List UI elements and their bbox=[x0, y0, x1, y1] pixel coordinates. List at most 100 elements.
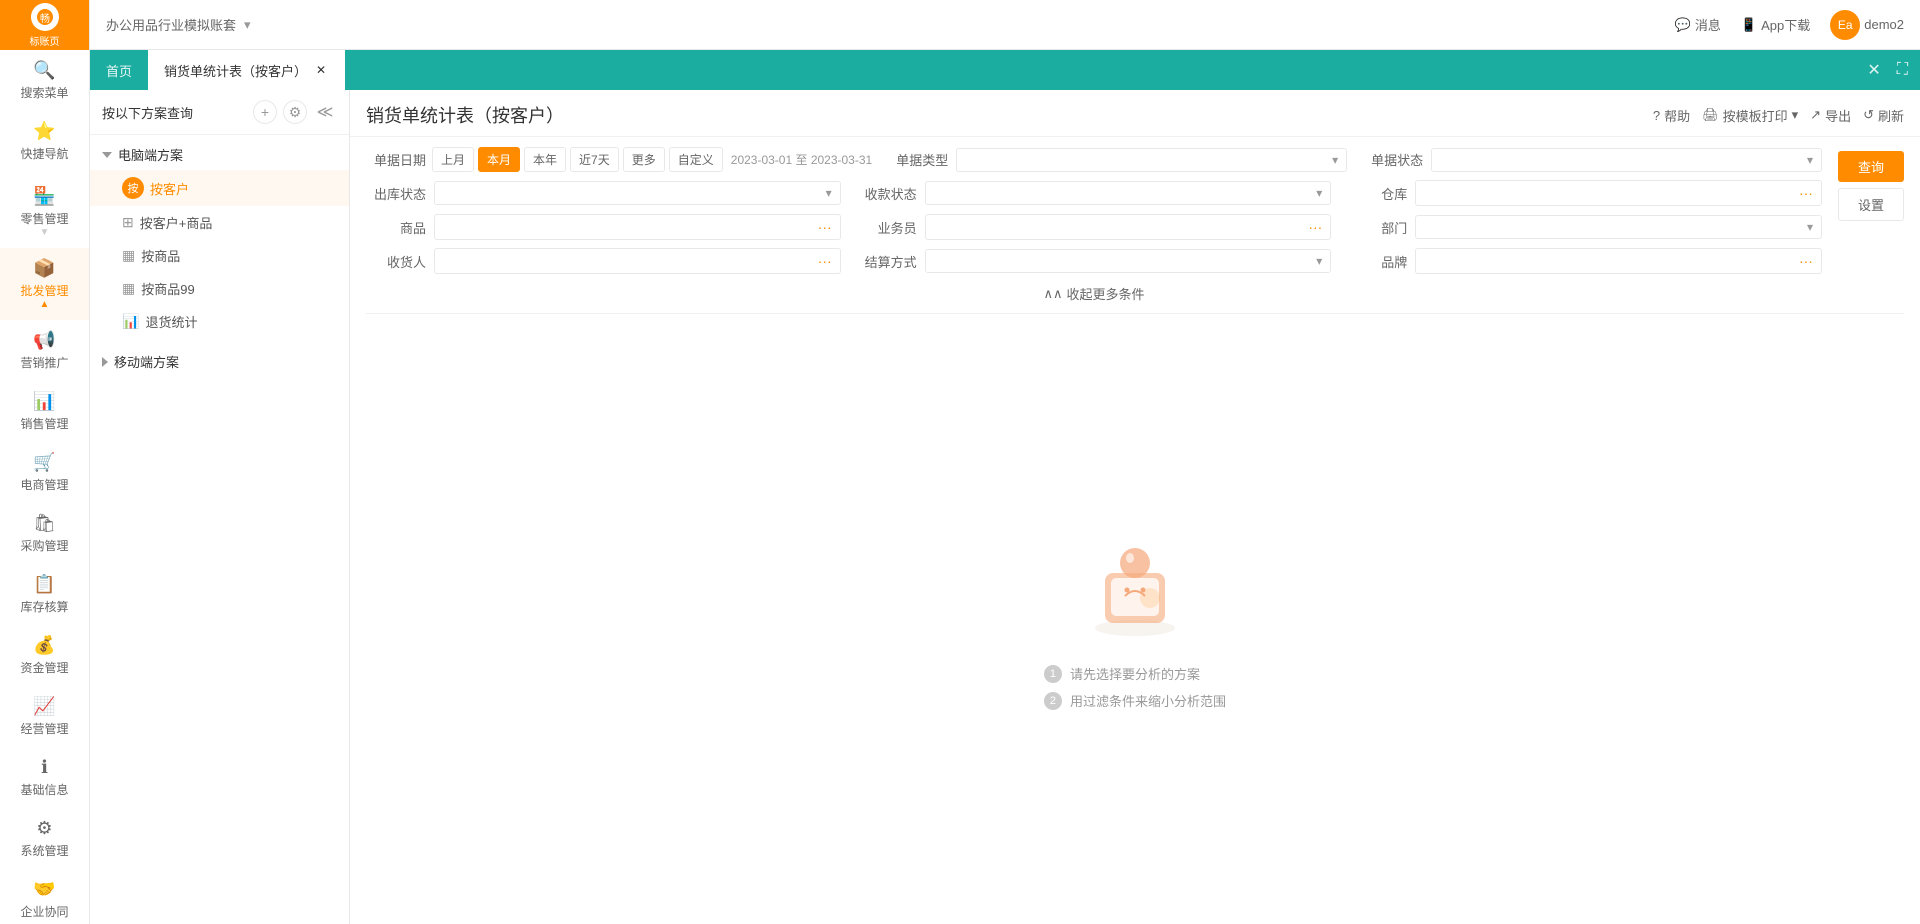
receiver-select[interactable]: ··· bbox=[434, 248, 841, 274]
settlement-select[interactable]: ▾ bbox=[925, 249, 1332, 273]
tab-close-window-icon[interactable]: ✕ bbox=[1863, 56, 1884, 84]
out-status-select[interactable]: ▾ bbox=[434, 181, 841, 205]
type-dropdown-icon: ▾ bbox=[1332, 153, 1338, 167]
collapse-more-button[interactable]: ∧∧ 收起更多条件 bbox=[366, 278, 1822, 309]
purchase-icon: 🛍 bbox=[33, 513, 56, 534]
warehouse-label: 仓库 bbox=[1347, 184, 1407, 203]
collapse-panel-button[interactable]: ≪ bbox=[313, 100, 337, 124]
salesperson-dots-icon[interactable]: ··· bbox=[1308, 219, 1322, 235]
brand-select[interactable]: ··· bbox=[1415, 248, 1822, 274]
status-label: 单据状态 bbox=[1363, 150, 1423, 169]
goods-select[interactable]: ··· bbox=[434, 214, 841, 240]
date-btn-custom[interactable]: 自定义 bbox=[669, 147, 723, 172]
sales-icon: 📊 bbox=[33, 391, 55, 412]
brand-dots-icon[interactable]: ··· bbox=[1799, 253, 1813, 269]
filter-row-1: 单据日期 上月 本月 本年 近7天 更多 自定义 2023-03-01 至 20… bbox=[366, 147, 1822, 172]
scheme-item-label: 按客户+商品 bbox=[140, 213, 213, 232]
status-select[interactable]: ▾ bbox=[1431, 148, 1822, 172]
type-select[interactable]: ▾ bbox=[956, 148, 1347, 172]
scheme-item-return-stat[interactable]: 📊 退货统计 bbox=[90, 305, 349, 338]
help-button[interactable]: ? 帮助 bbox=[1653, 106, 1690, 125]
date-btn-this-month[interactable]: 本月 bbox=[478, 147, 520, 172]
sidebar-item-label: 搜索菜单 bbox=[20, 84, 68, 101]
salesperson-label: 业务员 bbox=[857, 218, 917, 237]
goods-dots-icon[interactable]: ··· bbox=[818, 219, 832, 235]
scheme-item-by-customer-goods[interactable]: ⊞ 按客户+商品 bbox=[90, 206, 349, 239]
group-expand-icon bbox=[102, 152, 112, 158]
sidebar-item-inventory[interactable]: 📋 库存核算 bbox=[0, 564, 90, 625]
warehouse-dots-icon[interactable]: ··· bbox=[1799, 185, 1813, 201]
topbar-dropdown-icon[interactable]: ▾ bbox=[244, 17, 251, 33]
sidebar-item-label: 采购管理 bbox=[20, 537, 68, 554]
mobile-scheme-group-header[interactable]: 移动端方案 bbox=[90, 346, 349, 377]
receiver-dots-icon[interactable]: ··· bbox=[818, 253, 832, 269]
date-btn-last-month[interactable]: 上月 bbox=[432, 147, 474, 172]
salesperson-select[interactable]: ··· bbox=[925, 214, 1332, 240]
sidebar-item-label: 销售管理 bbox=[20, 415, 68, 432]
filter-area: 单据日期 上月 本月 本年 近7天 更多 自定义 2023-03-01 至 20… bbox=[350, 137, 1920, 313]
app-download-button[interactable]: 📱 App下载 bbox=[1741, 15, 1810, 34]
refresh-label: 刷新 bbox=[1878, 106, 1904, 125]
svg-text:畅: 畅 bbox=[40, 12, 50, 25]
print-dropdown-icon: ▾ bbox=[1792, 107, 1799, 123]
refresh-button[interactable]: ↺ 刷新 bbox=[1863, 106, 1904, 125]
sidebar-item-purchase[interactable]: 🛍 采购管理 bbox=[0, 503, 90, 564]
scheme-item-by-goods[interactable]: ▦ 按商品 bbox=[90, 239, 349, 272]
tab-sales-stat[interactable]: 销货单统计表（按客户） ✕ bbox=[148, 50, 345, 90]
receipt-status-filter: 收款状态 ▾ bbox=[857, 181, 1332, 205]
tabbar-right: ✕ ⛶ bbox=[1863, 56, 1920, 84]
tab-close-icon[interactable]: ✕ bbox=[313, 62, 329, 78]
template-print-button[interactable]: 🖨 按模板打印 ▾ bbox=[1702, 106, 1798, 125]
sidebar-item-wholesale[interactable]: 📦 批发管理 ▲ bbox=[0, 248, 90, 320]
goods-filter: 商品 ··· bbox=[366, 214, 841, 240]
scheme-item-by-customer[interactable]: 按 按客户 bbox=[90, 170, 349, 206]
sidebar-item-system[interactable]: ⚙ 系统管理 bbox=[0, 808, 90, 869]
sidebar-item-label: 批发管理 bbox=[20, 282, 68, 299]
export-button[interactable]: ↗ 导出 bbox=[1810, 106, 1851, 125]
tab-home[interactable]: 首页 bbox=[90, 50, 148, 90]
scheme-item-by-goods99[interactable]: ▦ 按商品99 bbox=[90, 272, 349, 305]
desktop-scheme-group-header[interactable]: 电脑端方案 bbox=[90, 139, 349, 170]
filter-row-2: 出库状态 ▾ 收款状态 ▾ bbox=[366, 180, 1822, 206]
sidebar-item-basic-info[interactable]: ℹ 基础信息 bbox=[0, 747, 90, 808]
user-menu[interactable]: Ea demo2 bbox=[1830, 10, 1904, 40]
settings-scheme-button[interactable]: ⚙ bbox=[283, 100, 307, 124]
sidebar-item-quick-nav[interactable]: ⭐ 快捷导航 bbox=[0, 111, 90, 172]
help-label: 帮助 bbox=[1664, 106, 1690, 125]
date-label: 单据日期 bbox=[366, 150, 426, 169]
status-filter-group: 单据状态 ▾ bbox=[1363, 148, 1822, 172]
filter-row-4: 收货人 ··· 结算方式 ▾ bbox=[366, 248, 1822, 274]
finance-icon: 💰 bbox=[33, 635, 55, 656]
warehouse-select[interactable]: ··· bbox=[1415, 180, 1822, 206]
sidebar-item-label: 企业协同 bbox=[20, 903, 68, 920]
retail-arrow-icon: ▼ bbox=[40, 227, 50, 238]
query-button[interactable]: 查询 bbox=[1838, 151, 1904, 182]
print-icon: 🖨 bbox=[1702, 107, 1719, 123]
date-btn-this-year[interactable]: 本年 bbox=[524, 147, 566, 172]
sidebar-item-ecommerce[interactable]: 🛒 电商管理 bbox=[0, 442, 90, 503]
sidebar-item-sales[interactable]: 📊 销售管理 bbox=[0, 381, 90, 442]
sidebar-item-marketing[interactable]: 📢 营销推广 bbox=[0, 320, 90, 381]
operations-icon: 📈 bbox=[33, 696, 55, 717]
sidebar-item-operations[interactable]: 📈 经营管理 bbox=[0, 686, 90, 747]
receipt-status-select[interactable]: ▾ bbox=[925, 181, 1332, 205]
sidebar-item-search[interactable]: 🔍 搜索菜单 bbox=[0, 50, 90, 111]
left-panel-title: 按以下方案查询 bbox=[102, 103, 193, 122]
date-btn-last-7-days[interactable]: 近7天 bbox=[570, 147, 619, 172]
empty-illustration bbox=[1075, 528, 1195, 648]
department-dropdown-icon: ▾ bbox=[1807, 220, 1813, 234]
department-select[interactable]: ▾ bbox=[1415, 215, 1822, 239]
message-button[interactable]: 💬 消息 bbox=[1675, 15, 1721, 34]
scheme-table-icon: ▦ bbox=[122, 247, 135, 264]
retail-icon: 🏪 bbox=[33, 186, 55, 207]
action-buttons: 查询 设置 bbox=[1822, 147, 1904, 221]
sidebar-item-retail[interactable]: 🏪 零售管理 ▼ bbox=[0, 176, 90, 248]
sidebar-item-enterprise[interactable]: 🤝 企业协同 bbox=[0, 869, 90, 924]
sidebar-item-finance[interactable]: 💰 资金管理 bbox=[0, 625, 90, 686]
setting-button[interactable]: 设置 bbox=[1838, 188, 1904, 221]
date-btn-more[interactable]: 更多 bbox=[623, 147, 665, 172]
wholesale-arrow-icon: ▲ bbox=[40, 299, 50, 310]
add-scheme-button[interactable]: + bbox=[253, 100, 277, 124]
tab-maximize-icon[interactable]: ⛶ bbox=[1893, 57, 1912, 83]
desktop-scheme-group: 电脑端方案 按 按客户 ⊞ 按客户+商品 ▦ 按商品 bbox=[90, 135, 349, 342]
